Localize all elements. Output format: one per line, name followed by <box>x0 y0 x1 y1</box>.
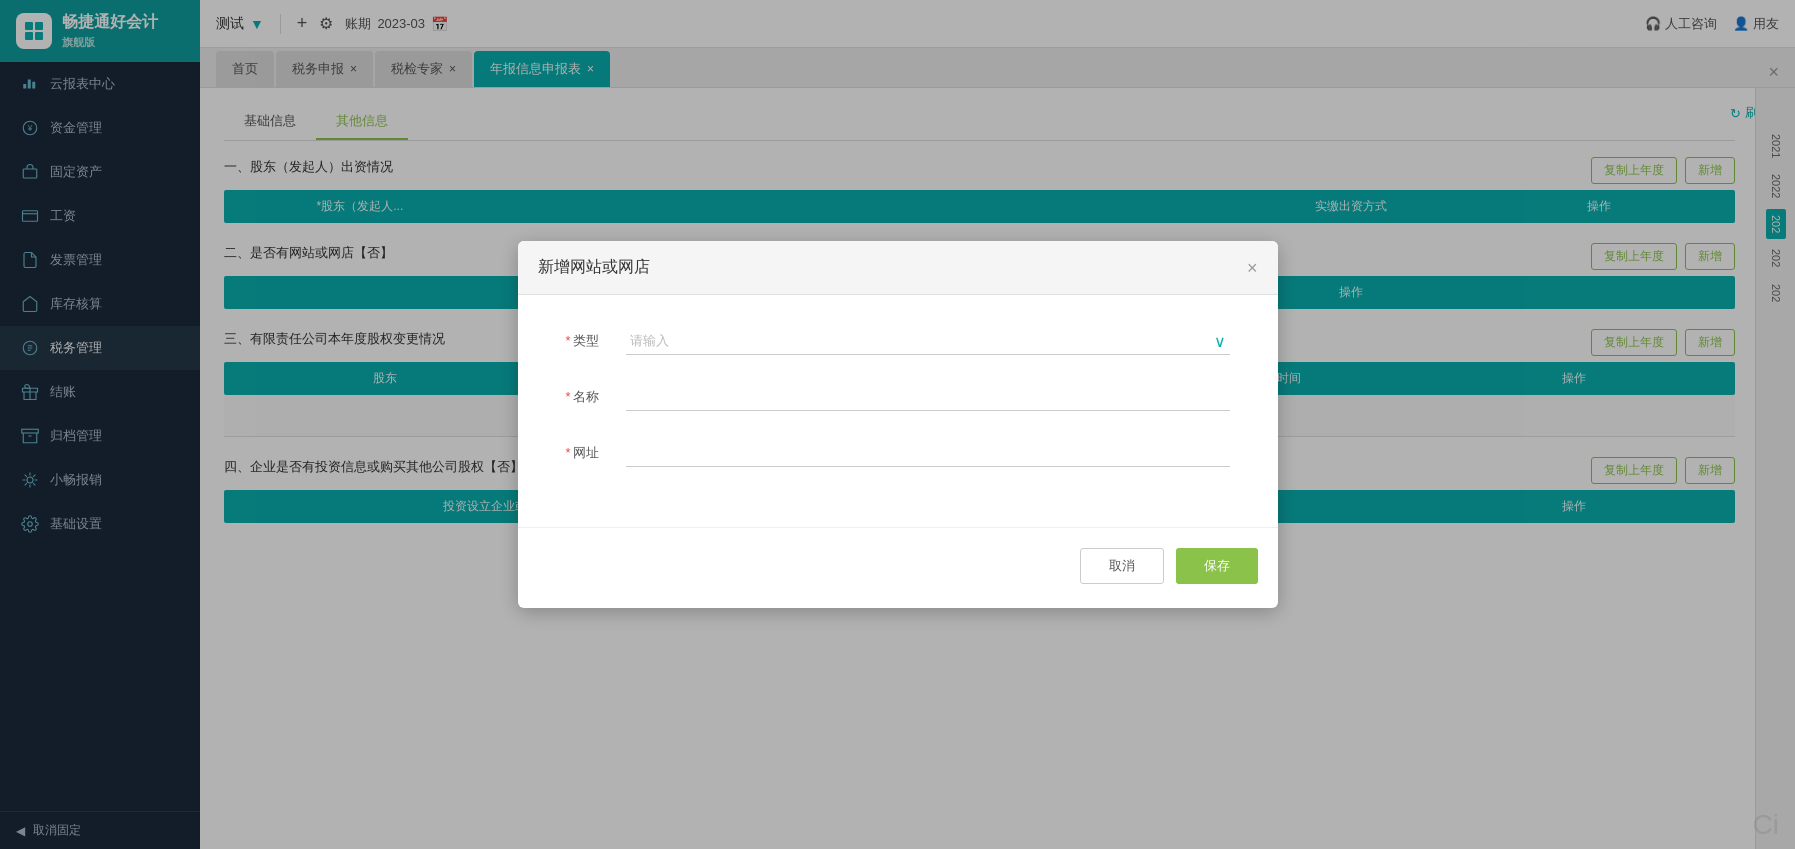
required-mark2: * <box>566 389 571 404</box>
name-input[interactable] <box>626 383 1230 411</box>
form-row-name: *名称 <box>566 383 1230 411</box>
dropdown-arrow-icon[interactable]: ∨ <box>1214 332 1226 351</box>
dialog-close-button[interactable]: × <box>1247 259 1258 277</box>
required-mark: * <box>566 333 571 348</box>
dialog-title: 新增网站或网店 <box>538 257 650 278</box>
form-row-type: *类型 ∨ <box>566 327 1230 355</box>
url-input-wrap <box>626 439 1230 467</box>
dialog-overlay: 新增网站或网店 × *类型 ∨ *名称 <box>0 0 1795 849</box>
form-row-url: *网址 <box>566 439 1230 467</box>
cancel-button[interactable]: 取消 <box>1080 548 1164 584</box>
save-button[interactable]: 保存 <box>1176 548 1258 584</box>
add-website-dialog: 新增网站或网店 × *类型 ∨ *名称 <box>518 241 1278 608</box>
url-input[interactable] <box>626 439 1230 467</box>
type-input[interactable] <box>626 327 1230 355</box>
type-input-wrap: ∨ <box>626 327 1230 355</box>
type-label: *类型 <box>566 332 626 350</box>
required-mark3: * <box>566 445 571 460</box>
dialog-footer: 取消 保存 <box>518 527 1278 608</box>
name-label: *名称 <box>566 388 626 406</box>
name-input-wrap <box>626 383 1230 411</box>
dialog-body: *类型 ∨ *名称 *网址 <box>518 295 1278 527</box>
url-label: *网址 <box>566 444 626 462</box>
dialog-header: 新增网站或网店 × <box>518 241 1278 295</box>
